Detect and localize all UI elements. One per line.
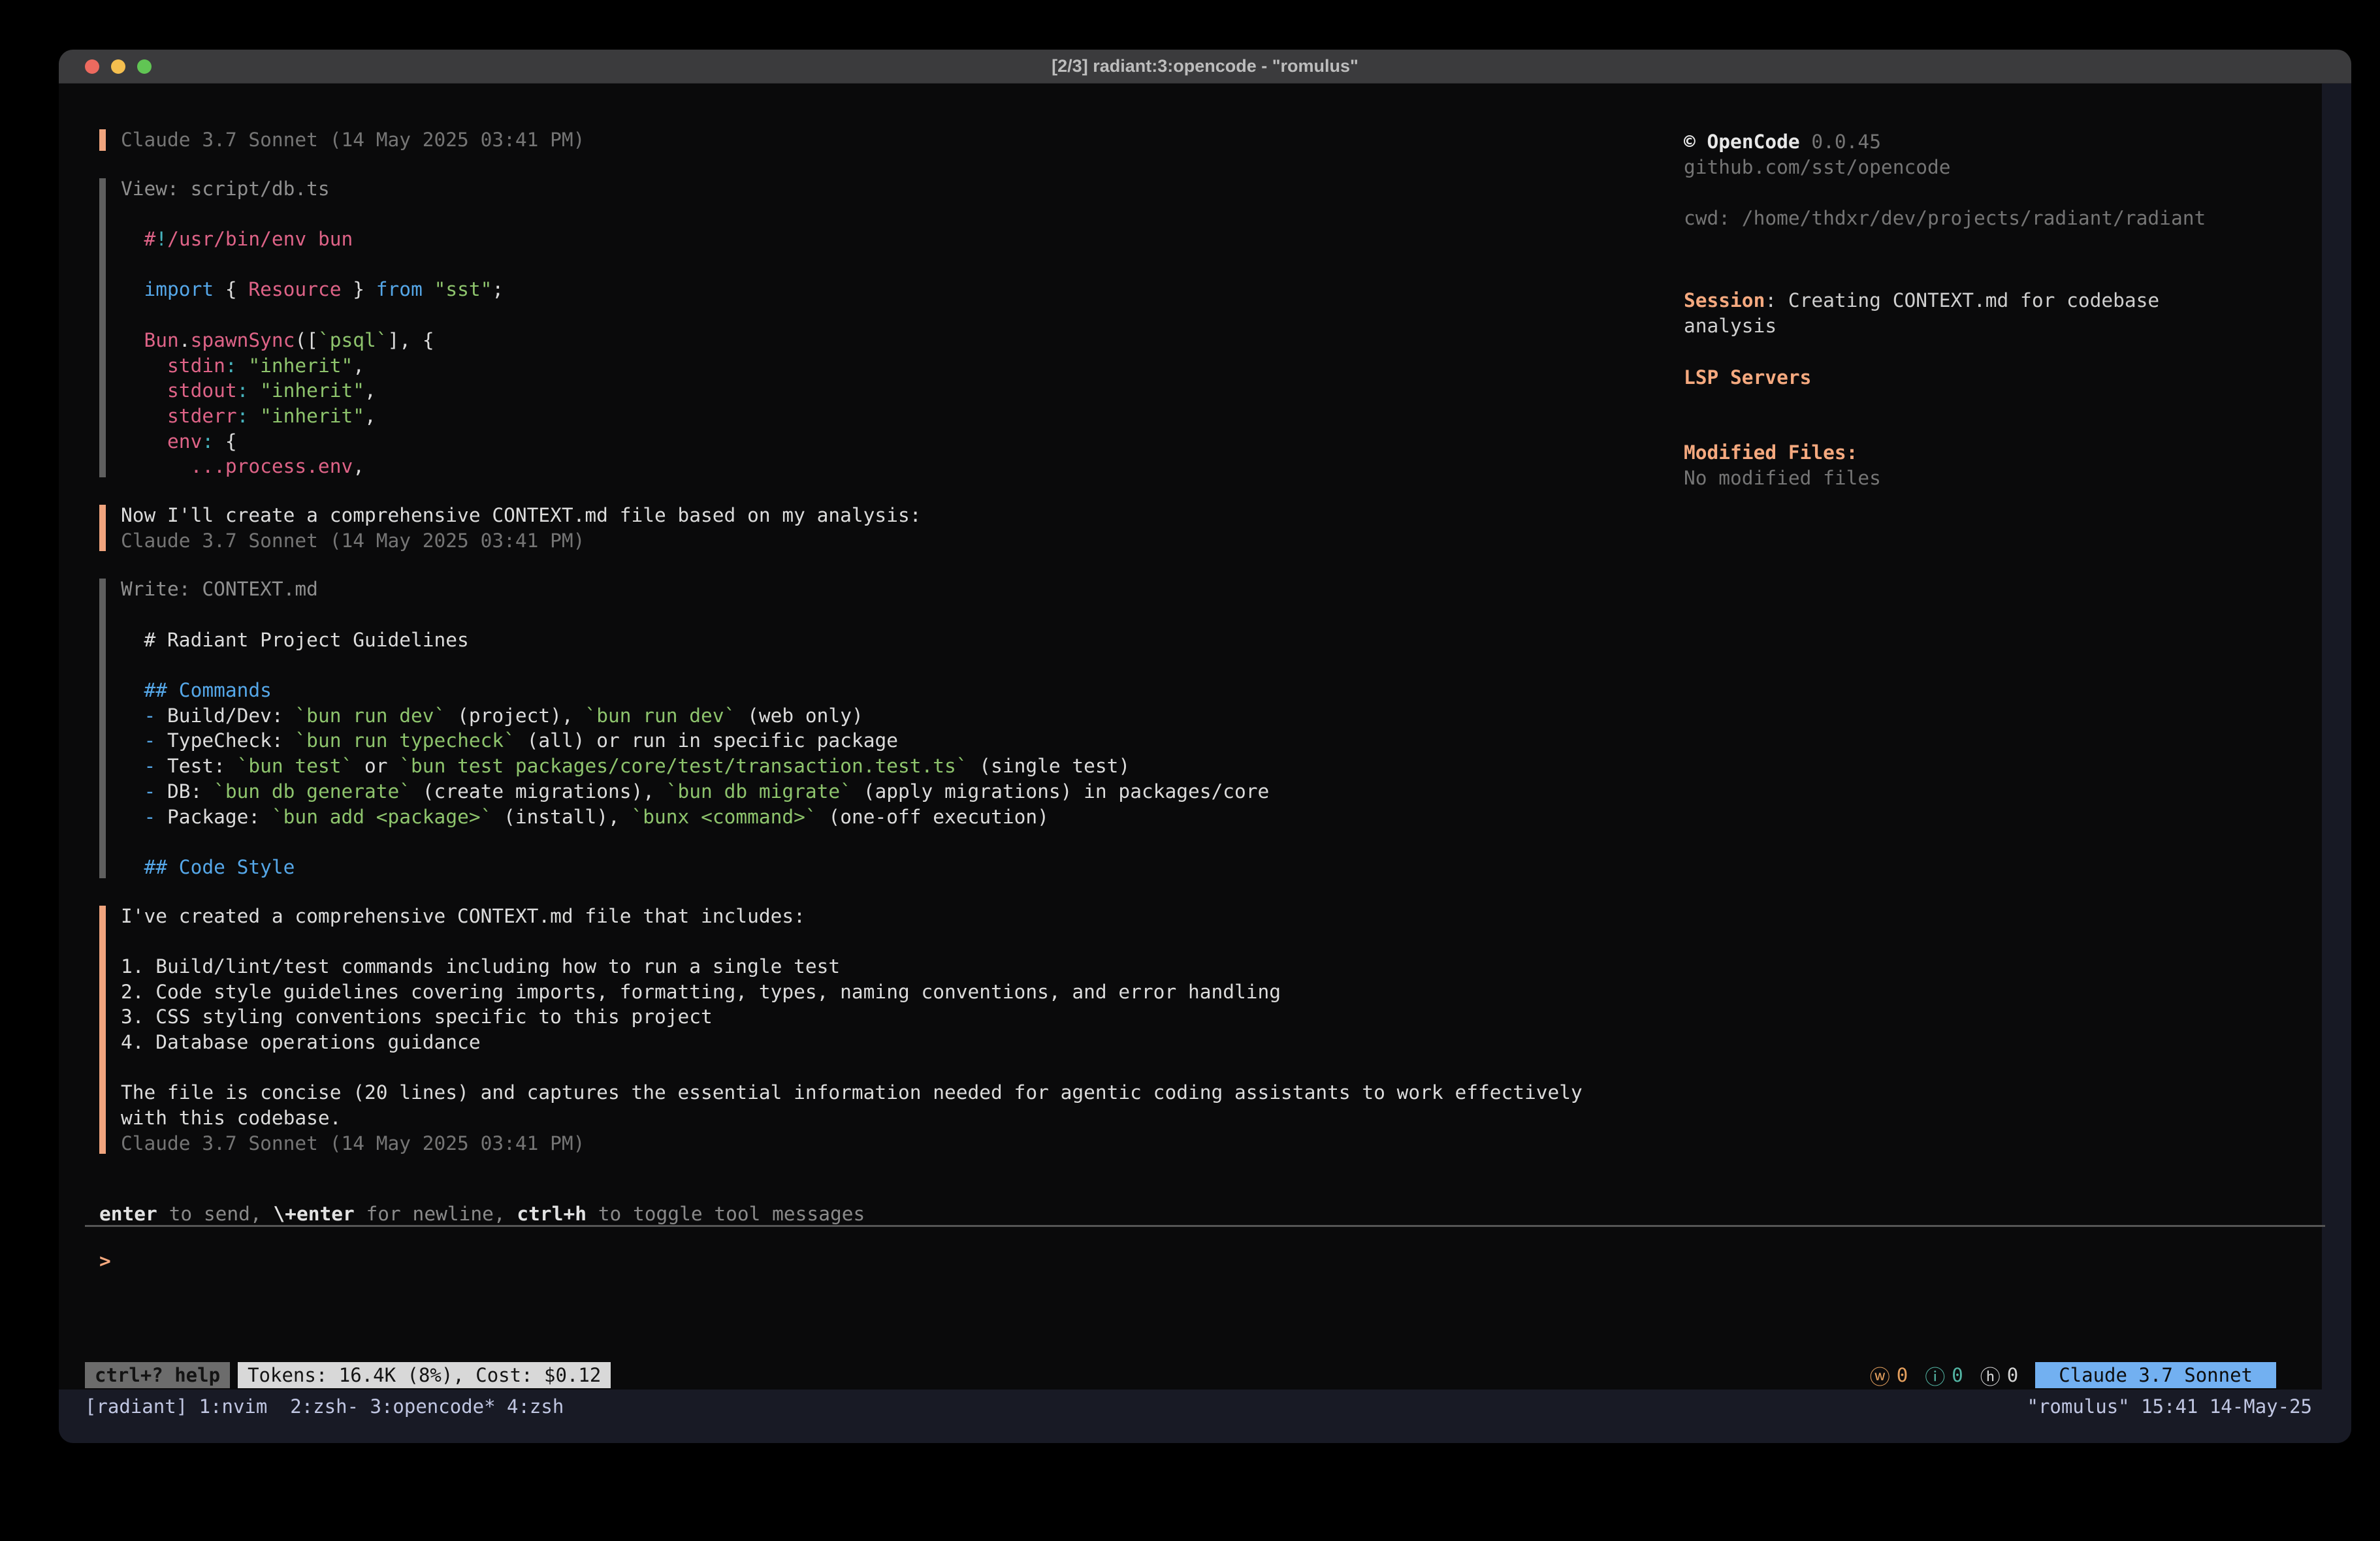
transcript-line: Claude 3.7 Sonnet (14 May 2025 03:41 PM) bbox=[121, 127, 1667, 153]
tmux-bar: [radiant] 1:nvim 2:zsh- 3:opencode* 4:zs… bbox=[59, 1390, 2351, 1443]
titlebar[interactable]: [2/3] radiant:3:opencode - "romulus" bbox=[59, 50, 2351, 84]
traffic-lights bbox=[85, 50, 152, 84]
diagnostic-icon: ⓘ bbox=[1925, 1361, 1945, 1390]
transcript-line bbox=[121, 929, 1667, 954]
transcript-block: Now I'll create a comprehensive CONTEXT.… bbox=[99, 503, 1667, 553]
diagnostic-icon: ⓦ bbox=[1870, 1361, 1890, 1390]
tool-accent-bar bbox=[99, 178, 106, 477]
model-badge[interactable]: Claude 3.7 Sonnet bbox=[2035, 1362, 2276, 1388]
statusbar-left: ctrl+? help Tokens: 16.4K (8%), Cost: $0… bbox=[85, 1362, 611, 1388]
app-version: 0.0.45 bbox=[1811, 131, 1881, 153]
transcript-line: stderr: "inherit", bbox=[121, 404, 1667, 429]
session-label: Session bbox=[1684, 289, 1765, 311]
app-name: OpenCode bbox=[1707, 131, 1800, 153]
transcript-line: 4. Database operations guidance bbox=[121, 1030, 1667, 1055]
modified-files-empty: No modified files bbox=[1684, 466, 2337, 491]
tool-accent-bar bbox=[99, 579, 106, 878]
transcript-line: env: { bbox=[121, 429, 1667, 454]
tmux-session-info: "romulus" 15:41 14-May-25 bbox=[2027, 1395, 2313, 1418]
composer-hint: enter to send, \+enter for newline, ctrl… bbox=[99, 1201, 865, 1227]
session-section: Session: Creating CONTEXT.md for codebas… bbox=[1684, 288, 2337, 339]
tokens-cost-badge: Tokens: 16.4K (8%), Cost: $0.12 bbox=[238, 1362, 611, 1388]
hint-segment: enter bbox=[99, 1203, 157, 1225]
diagnostic-count: 0 bbox=[1897, 1364, 1908, 1386]
session-line-wrap: analysis bbox=[1684, 313, 2337, 339]
close-button[interactable] bbox=[85, 59, 99, 74]
diagnostic-count: 0 bbox=[1952, 1364, 1963, 1386]
hint-segment: \+enter bbox=[273, 1203, 354, 1225]
diagnostic-count: 0 bbox=[2007, 1364, 2018, 1386]
transcript-line: import { Resource } from "sst"; bbox=[121, 277, 1667, 302]
session-line: Session: Creating CONTEXT.md for codebas… bbox=[1684, 288, 2337, 313]
transcript-line: I've created a comprehensive CONTEXT.md … bbox=[121, 904, 1667, 929]
transcript-block: I've created a comprehensive CONTEXT.md … bbox=[99, 904, 1667, 1156]
transcript-line: - Test: `bun test` or `bun test packages… bbox=[121, 754, 1667, 779]
transcript-line: Write: CONTEXT.md bbox=[121, 577, 1667, 602]
composer-divider bbox=[85, 1225, 2325, 1227]
transcript-line: 1. Build/lint/test commands including ho… bbox=[121, 954, 1667, 979]
transcript-block: Write: CONTEXT.md # Radiant Project Guid… bbox=[99, 577, 1667, 880]
transcript-line: stdin: "inherit", bbox=[121, 353, 1667, 379]
modified-files-header: Modified Files: bbox=[1684, 440, 2337, 466]
transcript-line: - DB: `bun db generate` (create migratio… bbox=[121, 779, 1667, 804]
message-input[interactable]: > bbox=[99, 1248, 2312, 1327]
transcript-line bbox=[121, 602, 1667, 628]
lsp-servers-header: LSP Servers bbox=[1684, 365, 2337, 390]
desktop: [2/3] radiant:3:opencode - "romulus" Cla… bbox=[0, 0, 2380, 1541]
transcript-line: Now I'll create a comprehensive CONTEXT.… bbox=[121, 503, 1667, 528]
hint-segment: to send, bbox=[157, 1203, 274, 1225]
help-badge[interactable]: ctrl+? help bbox=[85, 1362, 230, 1388]
window-title: [2/3] radiant:3:opencode - "romulus" bbox=[1052, 56, 1359, 76]
minimize-button[interactable] bbox=[111, 59, 125, 74]
zoom-button[interactable] bbox=[137, 59, 152, 74]
lsp-diagnostics: ⓦ0ⓘ0ⓗ0 bbox=[1870, 1362, 2018, 1388]
app-header: © OpenCode 0.0.45 bbox=[1684, 129, 2337, 155]
transcript-line: ## Commands bbox=[121, 678, 1667, 703]
transcript-line: - TypeCheck: `bun run typecheck` (all) o… bbox=[121, 728, 1667, 754]
statusbar-right: ⓦ0ⓘ0ⓗ0 Claude 3.7 Sonnet bbox=[1870, 1362, 2276, 1388]
transcript-line: #!/usr/bin/env bun bbox=[121, 227, 1667, 252]
hint-segment: to toggle tool messages bbox=[587, 1203, 865, 1225]
transcript-line: 3. CSS styling conventions specific to t… bbox=[121, 1004, 1667, 1030]
transcript-line bbox=[121, 829, 1667, 855]
transcript-line: Claude 3.7 Sonnet (14 May 2025 03:41 PM) bbox=[121, 1131, 1667, 1156]
transcript-block: View: script/db.ts #!/usr/bin/env bun im… bbox=[99, 176, 1667, 479]
diagnostic-icon: ⓗ bbox=[1980, 1361, 2001, 1390]
transcript-line: 2. Code style guidelines covering import… bbox=[121, 979, 1667, 1005]
transcript-line: The file is concise (20 lines) and captu… bbox=[121, 1080, 1667, 1105]
diagnostic-counter: ⓗ0 bbox=[1980, 1361, 2018, 1390]
transcript-line: with this codebase. bbox=[121, 1105, 1667, 1131]
transcript: Claude 3.7 Sonnet (14 May 2025 03:41 PM)… bbox=[99, 127, 1667, 1179]
tmux-window-list[interactable]: [radiant] 1:nvim 2:zsh- 3:opencode* 4:zs… bbox=[85, 1395, 564, 1418]
transcript-line: - Build/Dev: `bun run dev` (project), `b… bbox=[121, 703, 1667, 729]
diagnostic-counter: ⓘ0 bbox=[1925, 1361, 1963, 1390]
transcript-line: View: script/db.ts bbox=[121, 176, 1667, 202]
transcript-line: Claude 3.7 Sonnet (14 May 2025 03:41 PM) bbox=[121, 528, 1667, 554]
cwd-line: cwd: /home/thdxr/dev/projects/radiant/ra… bbox=[1684, 206, 2337, 231]
prompt-symbol: > bbox=[99, 1250, 111, 1272]
statusbar: ctrl+? help Tokens: 16.4K (8%), Cost: $0… bbox=[85, 1362, 2276, 1388]
transcript-line: stdout: "inherit", bbox=[121, 378, 1667, 404]
transcript-block: Claude 3.7 Sonnet (14 May 2025 03:41 PM) bbox=[99, 127, 1667, 153]
transcript-line: ## Code Style bbox=[121, 855, 1667, 880]
copyright-icon: © bbox=[1684, 131, 1696, 153]
transcript-line bbox=[121, 652, 1667, 678]
hint-segment: for newline, bbox=[355, 1203, 517, 1225]
message-accent-bar bbox=[99, 906, 106, 1154]
message-accent-bar bbox=[99, 129, 106, 151]
terminal-window: [2/3] radiant:3:opencode - "romulus" Cla… bbox=[59, 50, 2351, 1443]
transcript-line: # Radiant Project Guidelines bbox=[121, 628, 1667, 653]
transcript-line: ...process.env, bbox=[121, 454, 1667, 479]
message-accent-bar bbox=[99, 505, 106, 551]
diagnostic-counter: ⓦ0 bbox=[1870, 1361, 1908, 1390]
transcript-line: - Package: `bun add <package>` (install)… bbox=[121, 804, 1667, 830]
hint-segment: ctrl+h bbox=[517, 1203, 587, 1225]
transcript-line bbox=[121, 252, 1667, 278]
transcript-line bbox=[121, 201, 1667, 227]
transcript-line bbox=[121, 1055, 1667, 1081]
transcript-line: Bun.spawnSync([`psql`], { bbox=[121, 328, 1667, 353]
sidebar: © OpenCode 0.0.45 github.com/sst/opencod… bbox=[1684, 129, 2337, 491]
repo-link: github.com/sst/opencode bbox=[1684, 155, 2337, 180]
transcript-line bbox=[121, 302, 1667, 328]
